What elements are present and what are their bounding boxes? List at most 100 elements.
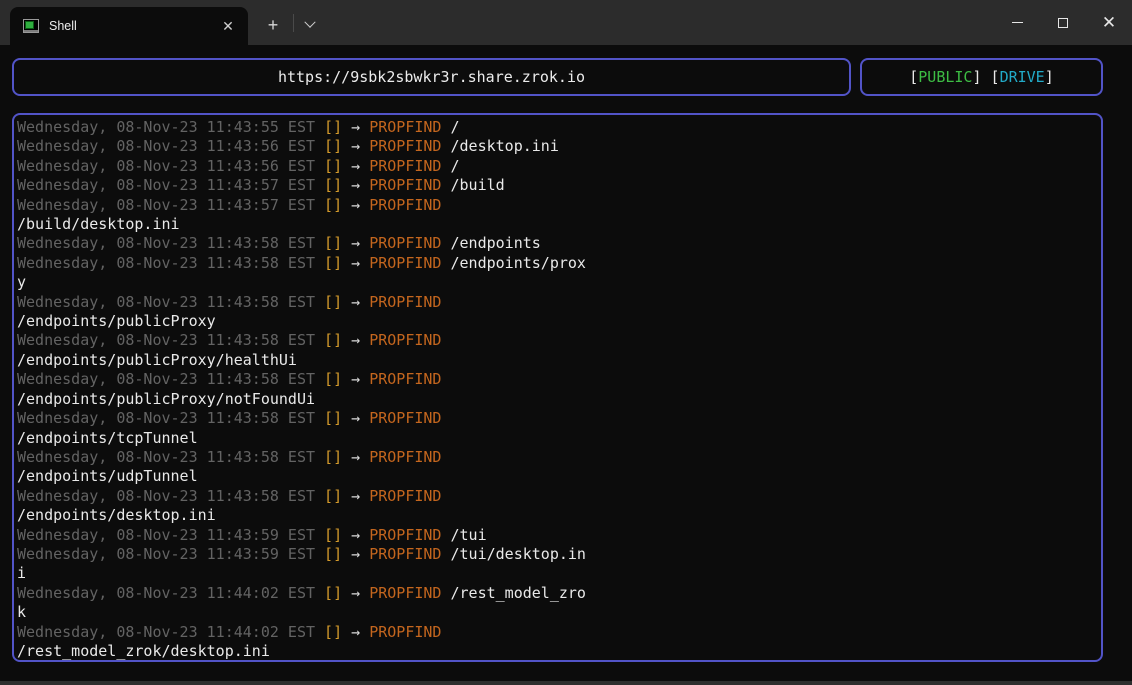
arrow-icon: → — [351, 195, 370, 214]
log-line: Wednesday, 08-Nov-23 11:43:59 EST [] → P… — [17, 545, 1095, 564]
http-method: PROPFIND — [369, 234, 442, 253]
timestamp: Wednesday, 08-Nov-23 11:44:02 EST — [17, 622, 325, 641]
request-path-wrapped: /rest_model_zrok/desktop.ini — [17, 641, 270, 660]
log-line: Wednesday, 08-Nov-23 11:44:02 EST [] → P… — [17, 584, 1095, 603]
log-line: i — [17, 564, 1095, 583]
request-path: /rest_model_zro — [441, 583, 586, 602]
window-controls: ✕ — [994, 0, 1132, 45]
log-line: Wednesday, 08-Nov-23 11:43:58 EST [] → P… — [17, 254, 1095, 273]
timestamp: Wednesday, 08-Nov-23 11:43:59 EST — [17, 544, 325, 563]
bracket-pair: [] — [324, 525, 352, 544]
timestamp: Wednesday, 08-Nov-23 11:43:58 EST — [17, 253, 325, 272]
log-line: Wednesday, 08-Nov-23 11:43:58 EST [] → P… — [17, 448, 1095, 467]
share-url-box: https://9sbk2sbwkr3r.share.zrok.io — [12, 58, 851, 96]
http-method: PROPFIND — [369, 118, 442, 136]
arrow-icon: → — [351, 253, 370, 272]
request-path-wrapped: /endpoints/desktop.ini — [17, 506, 216, 525]
arrow-icon: → — [351, 292, 370, 311]
log-line: /endpoints/desktop.ini — [17, 506, 1095, 525]
timestamp: Wednesday, 08-Nov-23 11:43:58 EST — [17, 486, 325, 505]
timestamp: Wednesday, 08-Nov-23 11:43:57 EST — [17, 195, 325, 214]
bracket-pair: [] — [324, 292, 352, 311]
request-path: / — [441, 156, 460, 175]
request-path-wrapped: /endpoints/publicProxy/healthUi — [17, 350, 297, 369]
tab-divider — [293, 14, 294, 32]
arrow-icon: → — [351, 176, 370, 195]
terminal-window: { "window": { "tab": { "label": "Shell",… — [0, 0, 1132, 685]
log-line: /endpoints/publicProxy — [17, 312, 1095, 331]
request-path-wrapped: /endpoints/publicProxy/notFoundUi — [17, 389, 316, 408]
log-line: Wednesday, 08-Nov-23 11:43:58 EST [] → P… — [17, 370, 1095, 389]
tab-title: Shell — [49, 19, 77, 33]
bracket-pair: [] — [324, 447, 352, 466]
titlebar: Shell ✕ + ✕ — [0, 0, 1132, 45]
request-path-wrapped: /endpoints/tcpTunnel — [17, 428, 198, 447]
tab-shell[interactable]: Shell ✕ — [10, 7, 248, 45]
badge-segment: ] [ — [972, 68, 1000, 86]
arrow-icon: → — [351, 137, 370, 156]
log-line: Wednesday, 08-Nov-23 11:43:58 EST [] → P… — [17, 409, 1095, 428]
tab-close-icon[interactable]: ✕ — [216, 14, 240, 38]
badge-segment: [ — [909, 68, 919, 86]
request-path: /tui/desktop.in — [441, 544, 586, 563]
log-line: y — [17, 273, 1095, 292]
request-path: / — [441, 118, 460, 136]
request-path: /tui — [441, 525, 487, 544]
bracket-pair: [] — [324, 156, 352, 175]
bracket-pair: [] — [324, 544, 352, 563]
timestamp: Wednesday, 08-Nov-23 11:43:59 EST — [17, 525, 325, 544]
bracket-pair: [] — [324, 118, 352, 136]
log-line: Wednesday, 08-Nov-23 11:43:56 EST [] → P… — [17, 157, 1095, 176]
http-method: PROPFIND — [369, 331, 442, 350]
tab-dropdown-button[interactable] — [296, 11, 324, 39]
timestamp: Wednesday, 08-Nov-23 11:43:55 EST — [17, 118, 325, 136]
timestamp: Wednesday, 08-Nov-23 11:43:57 EST — [17, 176, 325, 195]
arrow-icon: → — [351, 544, 370, 563]
request-path-wrapped: /endpoints/publicProxy — [17, 312, 216, 331]
log-line: Wednesday, 08-Nov-23 11:43:59 EST [] → P… — [17, 526, 1095, 545]
log-line: Wednesday, 08-Nov-23 11:43:56 EST [] → P… — [17, 137, 1095, 156]
arrow-icon: → — [351, 370, 370, 389]
arrow-icon: → — [351, 156, 370, 175]
arrow-icon: → — [351, 622, 370, 641]
http-method: PROPFIND — [369, 622, 442, 641]
arrow-icon: → — [351, 447, 370, 466]
log-line: Wednesday, 08-Nov-23 11:43:58 EST [] → P… — [17, 234, 1095, 253]
bracket-pair: [] — [324, 176, 352, 195]
timestamp: Wednesday, 08-Nov-23 11:43:58 EST — [17, 447, 325, 466]
arrow-icon: → — [351, 525, 370, 544]
request-path-wrapped: /endpoints/udpTunnel — [17, 467, 198, 486]
timestamp: Wednesday, 08-Nov-23 11:43:56 EST — [17, 156, 325, 175]
log-line: /build/desktop.ini — [17, 215, 1095, 234]
minimize-button[interactable] — [994, 0, 1040, 45]
request-path-wrapped: i — [17, 564, 27, 583]
badge-segment: ] — [1044, 68, 1054, 86]
log-line: /endpoints/udpTunnel — [17, 467, 1095, 486]
log-line: /rest_model_zrok/desktop.ini — [17, 641, 1095, 660]
request-path: /endpoints/prox — [441, 253, 586, 272]
arrow-icon: → — [351, 118, 370, 136]
new-tab-button[interactable]: + — [258, 11, 288, 39]
close-button[interactable]: ✕ — [1086, 0, 1132, 45]
http-method: PROPFIND — [369, 409, 442, 428]
badge-segment: DRIVE — [999, 68, 1045, 86]
log-line: Wednesday, 08-Nov-23 11:43:55 EST [] → P… — [17, 118, 1095, 137]
bracket-pair: [] — [324, 583, 352, 602]
log-line: /endpoints/publicProxy/notFoundUi — [17, 390, 1095, 409]
log-line: Wednesday, 08-Nov-23 11:43:58 EST [] → P… — [17, 293, 1095, 312]
log-line: /endpoints/tcpTunnel — [17, 429, 1095, 448]
maximize-button[interactable] — [1040, 0, 1086, 45]
window-bottom-edge — [0, 681, 1132, 685]
http-method: PROPFIND — [369, 292, 442, 311]
timestamp: Wednesday, 08-Nov-23 11:43:58 EST — [17, 234, 325, 253]
http-method: PROPFIND — [369, 486, 442, 505]
bracket-pair: [] — [324, 137, 352, 156]
share-mode-badges: [PUBLIC] [DRIVE] — [860, 58, 1103, 96]
request-path: /desktop.ini — [441, 137, 559, 156]
close-icon: ✕ — [1101, 13, 1117, 32]
log-line: /endpoints/publicProxy/healthUi — [17, 351, 1095, 370]
http-method: PROPFIND — [369, 137, 442, 156]
log-line: Wednesday, 08-Nov-23 11:43:57 EST [] → P… — [17, 196, 1095, 215]
http-method: PROPFIND — [369, 176, 442, 195]
bracket-pair: [] — [324, 234, 352, 253]
